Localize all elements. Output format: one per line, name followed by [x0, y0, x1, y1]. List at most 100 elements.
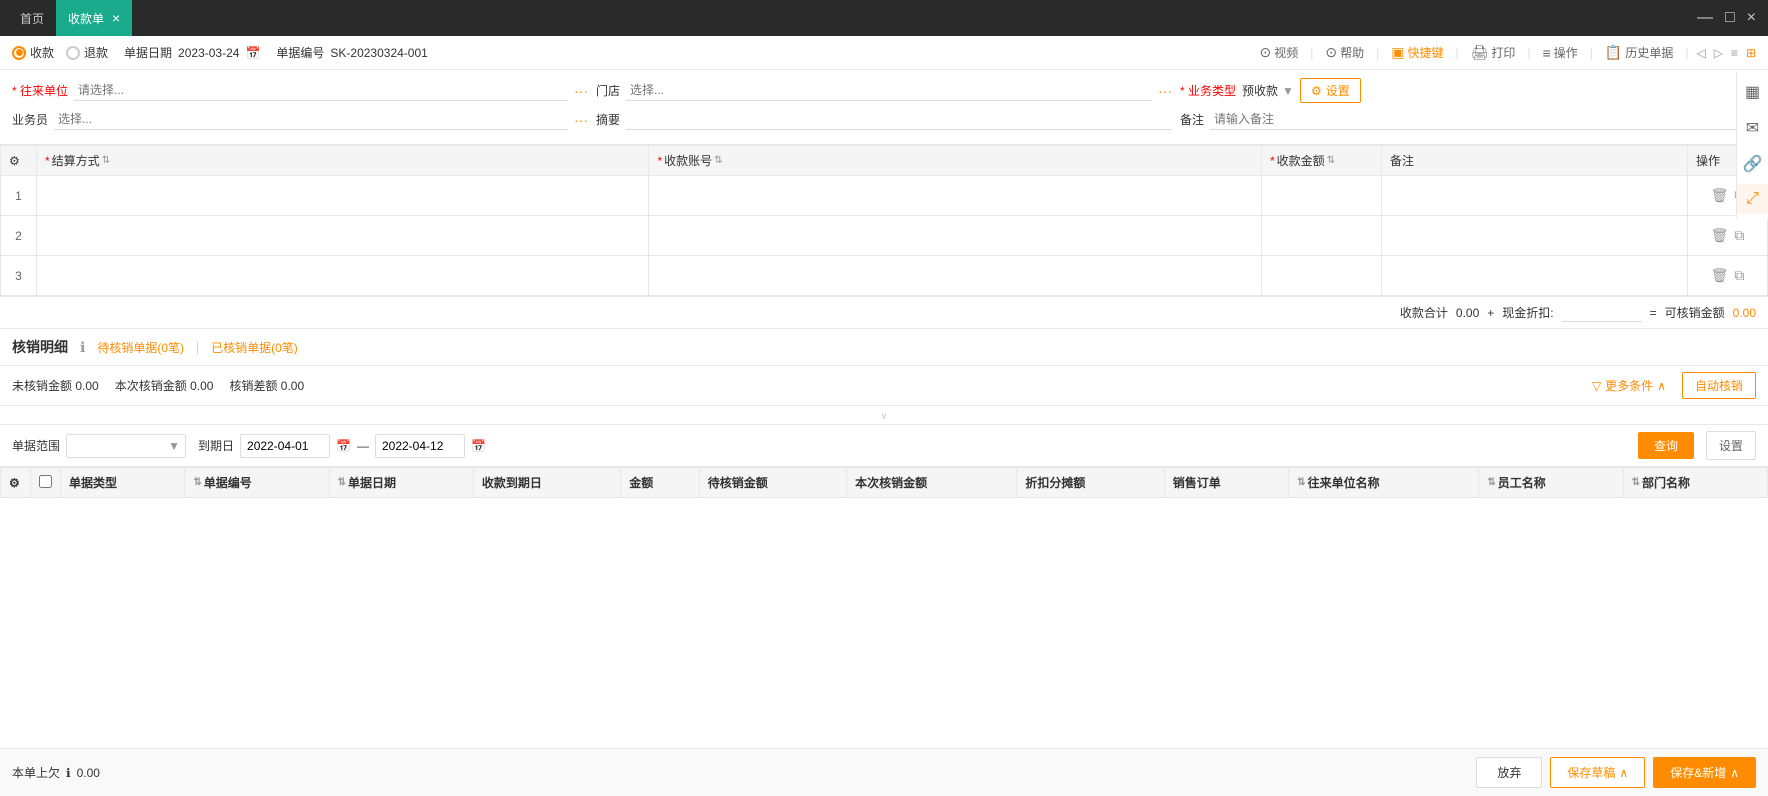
staff-input[interactable] — [54, 109, 568, 130]
copy-row-3-icon[interactable]: ⧉ — [1734, 267, 1744, 284]
operation-btn[interactable]: ≡ 操作 — [1539, 42, 1582, 63]
settlement-sort-icon[interactable]: ⇅ — [102, 155, 110, 166]
summary-input[interactable] — [626, 109, 1172, 130]
form-row-2: 业务员 ··· 摘要 备注 — [12, 109, 1756, 130]
table-sidebar-icon[interactable]: ▦ — [1741, 76, 1764, 108]
amount-cell-2[interactable] — [1261, 216, 1381, 256]
select-all-col — [31, 468, 61, 498]
pending-tab[interactable]: 待核销单据(0笔) — [97, 339, 184, 356]
counterparty-more-icon[interactable]: ··· — [574, 83, 588, 99]
range-select-wrapper: ▼ — [66, 434, 186, 458]
history-btn[interactable]: 📋 历史单据 — [1601, 42, 1677, 63]
gear-column[interactable]: ⚙ — [1, 146, 37, 176]
completed-tab[interactable]: 已核销单据(0笔) — [211, 339, 298, 356]
receipt-tab[interactable]: 收款单 × — [56, 0, 132, 36]
table-settings-icon[interactable]: ⚙ — [9, 476, 20, 490]
sort-icon-doc-date: ⇅ — [338, 477, 346, 488]
attachment-sidebar-icon[interactable]: 🔗 — [1739, 148, 1767, 180]
receipt-radio[interactable]: 收款 — [12, 44, 54, 61]
query-button[interactable]: 查询 — [1638, 432, 1694, 459]
save-new-button[interactable]: 保存&新增 ∧ — [1653, 757, 1756, 788]
save-draft-button[interactable]: 保存草稿 ∧ — [1550, 757, 1645, 788]
counterparty-input[interactable] — [74, 80, 568, 101]
more-filter-btn[interactable]: ▽ 更多条件 ∧ — [1592, 377, 1666, 394]
home-tab[interactable]: 首页 — [8, 0, 56, 36]
session-label: 本单上欠 — [12, 764, 60, 781]
dept-col: ⇅ 部门名称 — [1623, 468, 1767, 498]
save-new-chevron-icon: ∧ — [1730, 766, 1739, 780]
delete-row-2-icon[interactable]: 🗑 — [1711, 227, 1729, 244]
verify-settings-btn[interactable]: 设置 — [1706, 431, 1756, 460]
date-to-input[interactable] — [375, 434, 465, 458]
settings-button[interactable]: ⚙ 设置 — [1300, 78, 1361, 103]
shortcut-btn[interactable]: ▣ 快捷键 — [1387, 42, 1447, 63]
settlement-cell-3[interactable] — [37, 256, 649, 296]
table-area: ⚙ * 结算方式 ⇅ * 收款账号 ⇅ — [0, 145, 1768, 297]
shop-more-icon[interactable]: ··· — [1158, 83, 1172, 99]
calendar-icon[interactable]: 📅 — [245, 46, 260, 60]
business-type-label: * 业务类型 — [1180, 82, 1236, 99]
main-content: 收款 退款 单据日期 2023-03-24 📅 单据编号 SK-20230324… — [0, 36, 1768, 796]
print-btn[interactable]: 🖨 打印 — [1467, 42, 1520, 63]
delete-row-1-icon[interactable]: 🗑 — [1711, 187, 1729, 204]
maximize-icon[interactable]: □ — [1721, 9, 1739, 27]
date-value: 2023-03-24 — [178, 46, 239, 60]
settlement-cell-1[interactable] — [37, 176, 649, 216]
list-icon[interactable]: ≡ — [1731, 46, 1738, 60]
session-info-icon[interactable]: ℹ — [66, 766, 71, 780]
video-label: 视频 — [1274, 44, 1298, 61]
copy-row-2-icon[interactable]: ⧉ — [1734, 227, 1744, 244]
number-label: 单据编号 — [276, 44, 324, 61]
shortcut-icon: ▣ — [1391, 44, 1404, 61]
amount-cell-1[interactable] — [1261, 176, 1381, 216]
range-select[interactable] — [66, 434, 186, 458]
video-btn[interactable]: ⊙ 视频 — [1256, 42, 1303, 63]
equals-symbol: = — [1650, 306, 1657, 320]
note-col: 备注 — [1381, 146, 1687, 176]
doc-date-col: ⇅ 单据日期 — [329, 468, 473, 498]
range-label: 单据范围 — [12, 437, 60, 454]
discount-input[interactable] — [1562, 303, 1642, 322]
receipt-tab-label: 收款单 — [68, 10, 104, 27]
prev-icon[interactable]: ◁ — [1696, 46, 1705, 60]
close-window-icon[interactable]: × — [1743, 9, 1760, 27]
collapse-bar[interactable]: ∨ — [0, 406, 1768, 425]
verify-info-icon[interactable]: ℹ — [80, 339, 85, 356]
verify-title: 核销明细 — [12, 337, 68, 357]
business-type-select[interactable]: 预收款 ▼ — [1242, 82, 1294, 99]
note-cell-2[interactable] — [1381, 216, 1687, 256]
abandon-button[interactable]: 放弃 — [1476, 757, 1542, 788]
window-actions: — □ × — [1693, 9, 1760, 27]
shop-input[interactable] — [626, 80, 1152, 101]
sort-icon-doc-num: ⇅ — [193, 477, 201, 488]
account-cell-3[interactable] — [649, 256, 1261, 296]
note-input[interactable] — [1210, 109, 1756, 130]
account-cell-2[interactable] — [649, 216, 1261, 256]
amount-sort-icon[interactable]: ⇅ — [1327, 155, 1335, 166]
email-sidebar-icon[interactable]: ✉ — [1742, 112, 1763, 144]
staff-more-icon[interactable]: ··· — [574, 112, 588, 128]
help-btn[interactable]: ⊙ 帮助 — [1321, 42, 1368, 63]
receipt-due-col: 收款到期日 — [473, 468, 620, 498]
date-from-input[interactable] — [240, 434, 330, 458]
delete-row-3-icon[interactable]: 🗑 — [1711, 267, 1729, 284]
note-cell-3[interactable] — [1381, 256, 1687, 296]
history-label: 历史单据 — [1625, 44, 1673, 61]
grid-icon[interactable]: ⊞ — [1746, 46, 1756, 60]
print-icon: 🖨 — [1471, 44, 1489, 61]
next-icon[interactable]: ▷ — [1714, 46, 1723, 60]
minimize-icon[interactable]: — — [1693, 9, 1717, 27]
close-tab-icon[interactable]: × — [112, 10, 120, 26]
auto-verify-btn[interactable]: 自动核销 — [1682, 372, 1756, 399]
settlement-cell-2[interactable] — [37, 216, 649, 256]
date-to-calendar-icon[interactable]: 📅 — [471, 439, 486, 453]
refund-radio[interactable]: 退款 — [66, 44, 108, 61]
expand-sidebar-icon[interactable]: ⤢ — [1737, 184, 1768, 214]
amount-cell-3[interactable] — [1261, 256, 1381, 296]
select-all-checkbox[interactable] — [39, 475, 52, 488]
verification-section: 核销明细 ℹ 待核销单据(0笔) | 已核销单据(0笔) 未核销金额 0.00 … — [0, 329, 1768, 748]
account-cell-1[interactable] — [649, 176, 1261, 216]
date-from-calendar-icon[interactable]: 📅 — [336, 439, 351, 453]
account-sort-icon[interactable]: ⇅ — [714, 155, 722, 166]
note-cell-1[interactable] — [1381, 176, 1687, 216]
